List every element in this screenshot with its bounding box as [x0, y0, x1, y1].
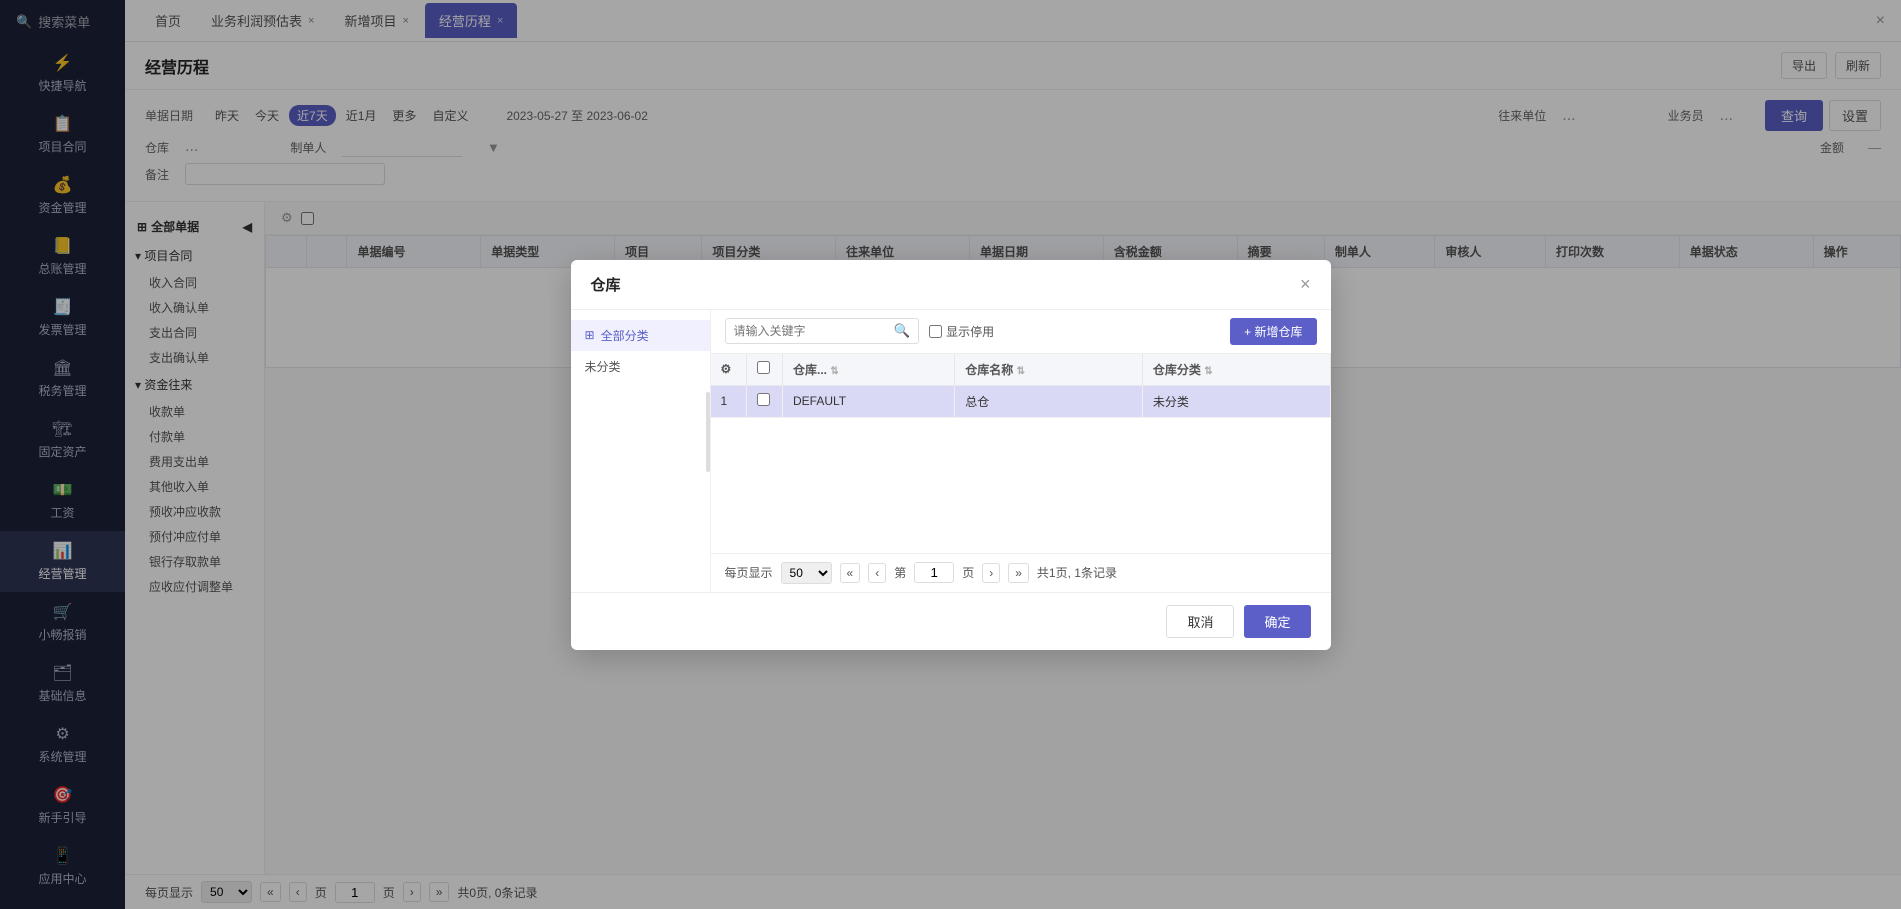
- dialog-next-page[interactable]: ›: [982, 563, 1000, 583]
- confirm-button[interactable]: 确定: [1244, 605, 1310, 638]
- dialog-left-item-全部分类[interactable]: ⊞ 全部分类: [571, 320, 710, 351]
- col-settings-icon[interactable]: ⚙: [721, 362, 732, 376]
- row-category: 未分类: [1142, 385, 1330, 417]
- col-settings: ⚙: [711, 354, 747, 386]
- dialog-table: ⚙ 仓库... ⇅ 仓库名称 ⇅ 仓库分类 ⇅ 1 DEFAULT 总仓 未分类: [711, 354, 1331, 553]
- dialog-table-header-row: ⚙ 仓库... ⇅ 仓库名称 ⇅ 仓库分类 ⇅: [711, 354, 1331, 386]
- scroll-handle: [706, 392, 710, 472]
- category-icon: ⊞: [585, 328, 595, 342]
- overlay: 仓库 × ⊞ 全部分类未分类 🔍: [0, 0, 1901, 909]
- add-warehouse-button[interactable]: + 新增仓库: [1230, 318, 1316, 345]
- dialog-left-panel: ⊞ 全部分类未分类: [571, 310, 711, 592]
- dialog-left-item-未分类[interactable]: 未分类: [571, 351, 710, 382]
- row-number: 1: [711, 385, 747, 417]
- warehouse-dialog: 仓库 × ⊞ 全部分类未分类 🔍: [571, 260, 1331, 650]
- row-name: 总仓: [955, 385, 1143, 417]
- dialog-body: ⊞ 全部分类未分类 🔍 显示停用 + 新增仓库: [571, 310, 1331, 592]
- dialog-title: 仓库: [591, 274, 621, 295]
- row-code: DEFAULT: [783, 385, 955, 417]
- show-disabled-checkbox[interactable]: [929, 325, 942, 338]
- dialog-toolbar: 🔍 显示停用 + 新增仓库: [711, 310, 1331, 354]
- dialog-close-button[interactable]: ×: [1300, 274, 1311, 295]
- row-select-checkbox[interactable]: [757, 393, 770, 406]
- col-code: 仓库... ⇅: [783, 354, 955, 386]
- col-checkbox: [747, 354, 783, 386]
- dialog-search-input[interactable]: [726, 320, 886, 342]
- dialog-first-page[interactable]: «: [840, 563, 861, 583]
- dialog-right-panel: 🔍 显示停用 + 新增仓库 ⚙: [711, 310, 1331, 592]
- dialog-select-all[interactable]: [757, 361, 770, 374]
- dialog-per-page-label: 每页显示: [725, 564, 773, 581]
- dialog-search-wrap: 🔍: [725, 318, 920, 344]
- dialog-footer-bar: 每页显示 50 100 « ‹ 第 页 › » 共1页, 1条记录: [711, 553, 1331, 592]
- dialog-actions: 取消 确定: [571, 592, 1331, 650]
- row-checkbox[interactable]: [747, 385, 783, 417]
- dialog-header: 仓库 ×: [571, 260, 1331, 310]
- show-disabled-text: 显示停用: [946, 323, 994, 340]
- dialog-per-page-select[interactable]: 50 100: [781, 562, 832, 584]
- dialog-page-input[interactable]: [914, 562, 954, 583]
- dialog-last-page[interactable]: »: [1008, 563, 1029, 583]
- search-button[interactable]: 🔍: [886, 319, 919, 343]
- show-disabled-label[interactable]: 显示停用: [929, 323, 994, 340]
- col-category: 仓库分类 ⇅: [1142, 354, 1330, 386]
- dialog-table-row[interactable]: 1 DEFAULT 总仓 未分类: [711, 385, 1331, 417]
- col-name: 仓库名称 ⇅: [955, 354, 1143, 386]
- dialog-page-label: 第: [894, 564, 906, 581]
- dialog-prev-page[interactable]: ‹: [868, 563, 886, 583]
- dialog-total-info: 共1页, 1条记录: [1037, 564, 1117, 581]
- cancel-button[interactable]: 取消: [1166, 605, 1234, 638]
- dialog-page-suffix: 页: [962, 564, 974, 581]
